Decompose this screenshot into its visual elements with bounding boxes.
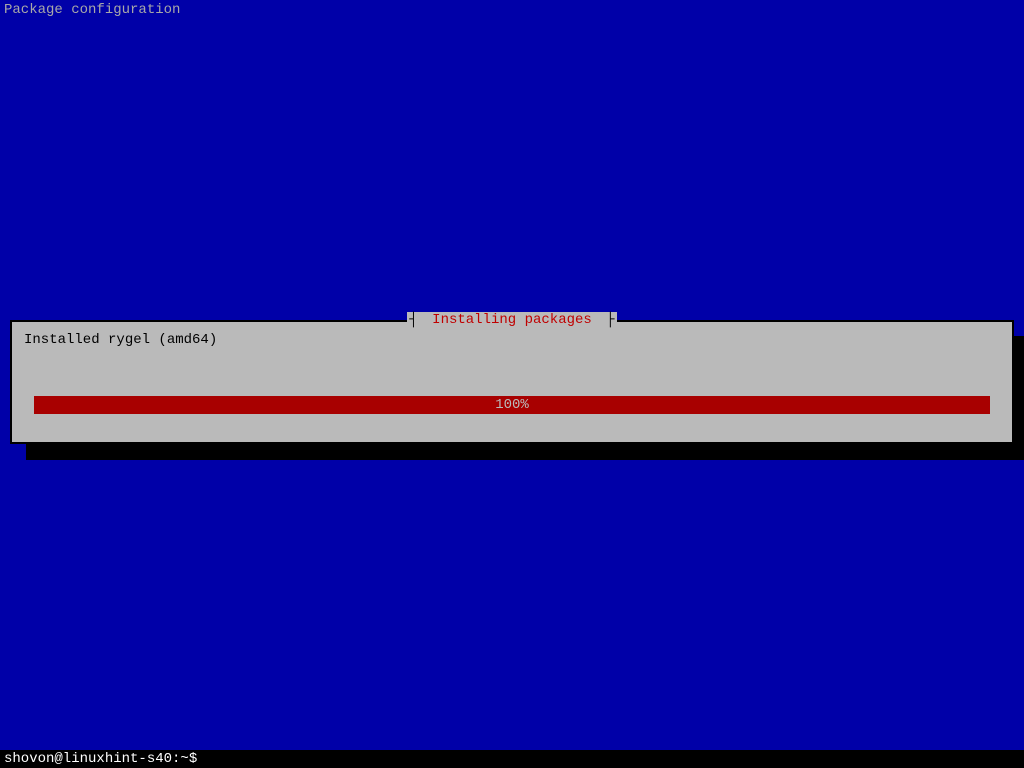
installing-packages-dialog: ┤ Installing packages ├ Installed rygel … [10, 320, 1014, 444]
dialog-title: Installing packages [426, 312, 598, 328]
progress-bar: 100% [34, 396, 990, 414]
progress-label: 100% [34, 397, 990, 413]
page-title: Package configuration [0, 0, 1024, 20]
progress-fill: 100% [34, 396, 990, 414]
title-decoration-left: ┤ [409, 312, 417, 328]
terminal-prompt[interactable]: shovon@linuxhint-s40:~$ [0, 750, 1024, 768]
dialog-title-wrap: ┤ Installing packages ├ [12, 312, 1012, 328]
dialog-title-line: ┤ Installing packages ├ [407, 312, 616, 328]
dialog-container: ┤ Installing packages ├ Installed rygel … [10, 320, 1014, 444]
title-decoration-right: ├ [606, 312, 614, 328]
